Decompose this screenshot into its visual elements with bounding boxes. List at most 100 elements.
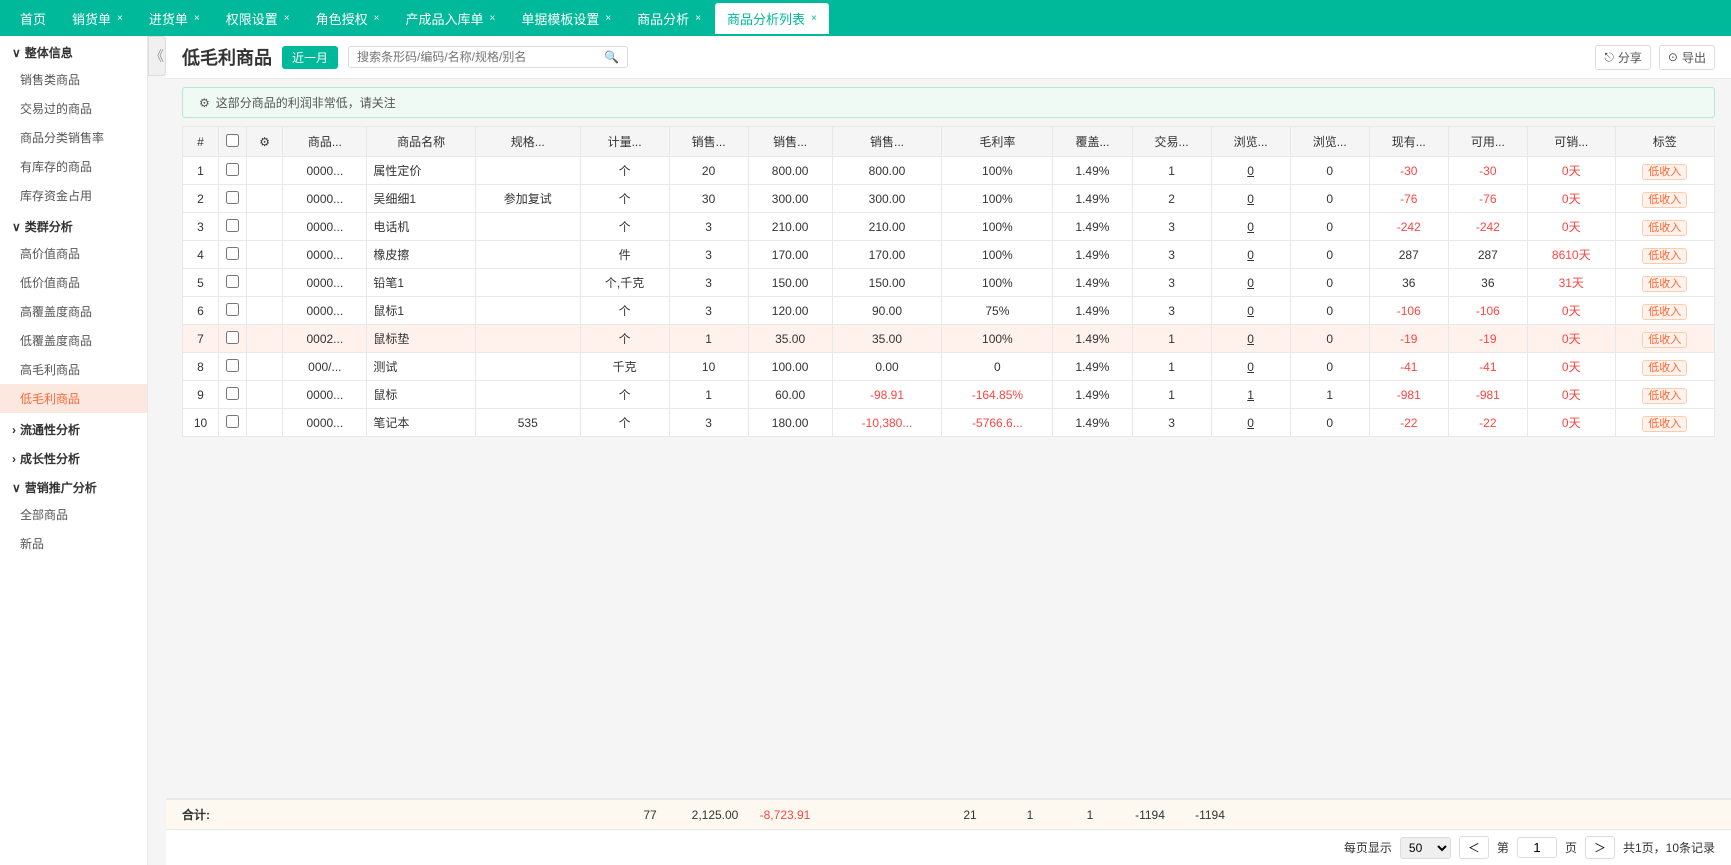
cell-checkbox[interactable] [219,241,247,269]
cell-tag: 低收入 [1615,297,1714,325]
cell-cover: 1.49% [1053,269,1132,297]
date-filter-btn[interactable]: 近一月 [282,46,338,69]
total-sales1: 77 [620,808,680,822]
cell-sellable: 0天 [1527,157,1615,185]
nav-product-close[interactable]: × [489,13,495,24]
cell-checkbox[interactable] [219,297,247,325]
cell-current: -22 [1369,409,1448,437]
cell-spec [475,297,580,325]
nav-permission[interactable]: 权限设置× [214,3,302,34]
sidebar-item-sales-goods[interactable]: 销售类商品 [0,65,147,94]
cell-browse1[interactable]: 0 [1211,157,1290,185]
sidebar-item-capital[interactable]: 库存资金占用 [0,181,147,210]
nav-home[interactable]: 首页 [8,3,58,34]
nav-permission-close[interactable]: × [284,13,290,24]
nav-template[interactable]: 单据模板设置× [509,3,623,34]
sidebar-item-high-coverage[interactable]: 高覆盖度商品 [0,297,147,326]
cell-browse1[interactable]: 1 [1211,381,1290,409]
cell-checkbox[interactable] [219,325,247,353]
cell-margin: -164.85% [942,381,1053,409]
cell-browse1[interactable]: 0 [1211,241,1290,269]
sidebar-group-overall[interactable]: ∨ 整体信息 [0,36,147,65]
sidebar-item-high-margin[interactable]: 高毛利商品 [0,355,147,384]
cell-sellable: 0天 [1527,381,1615,409]
header-actions: ⎋ 分享 ⊙ 导出 [1595,45,1715,70]
cell-no: 4 [183,241,219,269]
table-row: 2 0000... 吴细细1 参加复试 个 30 300.00 300.00 1… [183,185,1715,213]
nav-sales-close[interactable]: × [117,13,123,24]
per-page-select[interactable]: 50 20 100 [1400,837,1451,859]
nav-product-entry[interactable]: 产成品入库单× [393,3,507,34]
nav-template-close[interactable]: × [605,13,611,24]
sidebar-item-low-margin[interactable]: 低毛利商品 [0,384,147,413]
cell-trade: 3 [1132,213,1211,241]
cell-name: 鼠标垫 [367,325,476,353]
cell-code: 000/... [283,353,367,381]
nav-sales[interactable]: 销货单× [60,3,135,34]
select-all-checkbox[interactable] [226,134,239,147]
cell-sales2: 210.00 [748,213,832,241]
sidebar-item-category-rate[interactable]: 商品分类销售率 [0,123,147,152]
sidebar-item-high-value[interactable]: 高价值商品 [0,239,147,268]
cell-checkbox[interactable] [219,213,247,241]
nav-role[interactable]: 角色授权× [304,3,392,34]
cell-browse1[interactable]: 0 [1211,353,1290,381]
cell-browse1[interactable]: 0 [1211,185,1290,213]
cell-checkbox[interactable] [219,157,247,185]
nav-analysis-close[interactable]: × [695,13,701,24]
cell-unit: 个 [580,325,669,353]
sidebar-item-new-goods[interactable]: 新品 [0,529,147,558]
cell-browse1[interactable]: 0 [1211,297,1290,325]
table-row: 10 0000... 笔记本 535 个 3 180.00 -10,380...… [183,409,1715,437]
table-footer: 合计: 77 2,125.00 -8,723.91 21 1 1 -1194 -… [166,798,1731,829]
nav-analysis-list[interactable]: 商品分析列表× [715,3,829,34]
nav-analysis[interactable]: 商品分析× [625,3,713,34]
cell-sales3: 300.00 [832,185,942,213]
cell-checkbox[interactable] [219,353,247,381]
sidebar-group-marketing[interactable]: ∨ 营销推广分析 [0,471,147,500]
cell-browse1[interactable]: 0 [1211,269,1290,297]
sidebar-collapse-btn[interactable]: 《 [148,36,166,76]
sidebar-item-low-coverage[interactable]: 低覆盖度商品 [0,326,147,355]
export-btn[interactable]: ⊙ 导出 [1659,45,1715,70]
cell-tag: 低收入 [1615,269,1714,297]
cell-cover: 1.49% [1053,157,1132,185]
col-header-cover: 覆盖... [1053,127,1132,157]
sidebar-item-all-goods[interactable]: 全部商品 [0,500,147,529]
top-nav: 首页 销货单× 进货单× 权限设置× 角色授权× 产成品入库单× 单据模板设置×… [0,0,1731,36]
content-header: 低毛利商品 近一月 🔍 ⎋ 分享 ⊙ 导出 [166,36,1731,79]
cell-gear [247,409,283,437]
sidebar-item-traded-goods[interactable]: 交易过的商品 [0,94,147,123]
cell-checkbox[interactable] [219,269,247,297]
cell-browse1[interactable]: 0 [1211,213,1290,241]
cell-checkbox[interactable] [219,381,247,409]
sidebar-item-in-stock[interactable]: 有库存的商品 [0,152,147,181]
col-header-checkbox[interactable] [219,127,247,157]
cell-browse2: 0 [1290,241,1369,269]
nav-purchase[interactable]: 进货单× [137,3,212,34]
search-icon[interactable]: 🔍 [604,50,619,64]
next-page-btn[interactable]: ＞ [1585,836,1615,859]
cell-no: 9 [183,381,219,409]
page-number-input[interactable] [1517,837,1557,858]
sidebar-group-liquidity[interactable]: › 流通性分析 [0,413,147,442]
share-btn[interactable]: ⎋ 分享 [1595,45,1651,70]
cell-browse1[interactable]: 0 [1211,409,1290,437]
cell-checkbox[interactable] [219,409,247,437]
cell-checkbox[interactable] [219,185,247,213]
prev-page-btn[interactable]: ＜ [1459,836,1489,859]
nav-role-close[interactable]: × [374,13,380,24]
total-trade: 21 [940,808,1000,822]
cell-name: 铅笔1 [367,269,476,297]
sidebar-group-cluster[interactable]: ∨ 类群分析 [0,210,147,239]
sidebar-group-growth[interactable]: › 成长性分析 [0,442,147,471]
cell-browse2: 0 [1290,325,1369,353]
nav-purchase-close[interactable]: × [194,13,200,24]
cell-browse1[interactable]: 0 [1211,325,1290,353]
sidebar-item-low-value[interactable]: 低价值商品 [0,268,147,297]
search-input[interactable] [357,50,598,64]
cell-tag: 低收入 [1615,241,1714,269]
cell-tag: 低收入 [1615,325,1714,353]
nav-analysis-list-close[interactable]: × [811,13,817,24]
col-header-gear[interactable]: ⚙ [247,127,283,157]
